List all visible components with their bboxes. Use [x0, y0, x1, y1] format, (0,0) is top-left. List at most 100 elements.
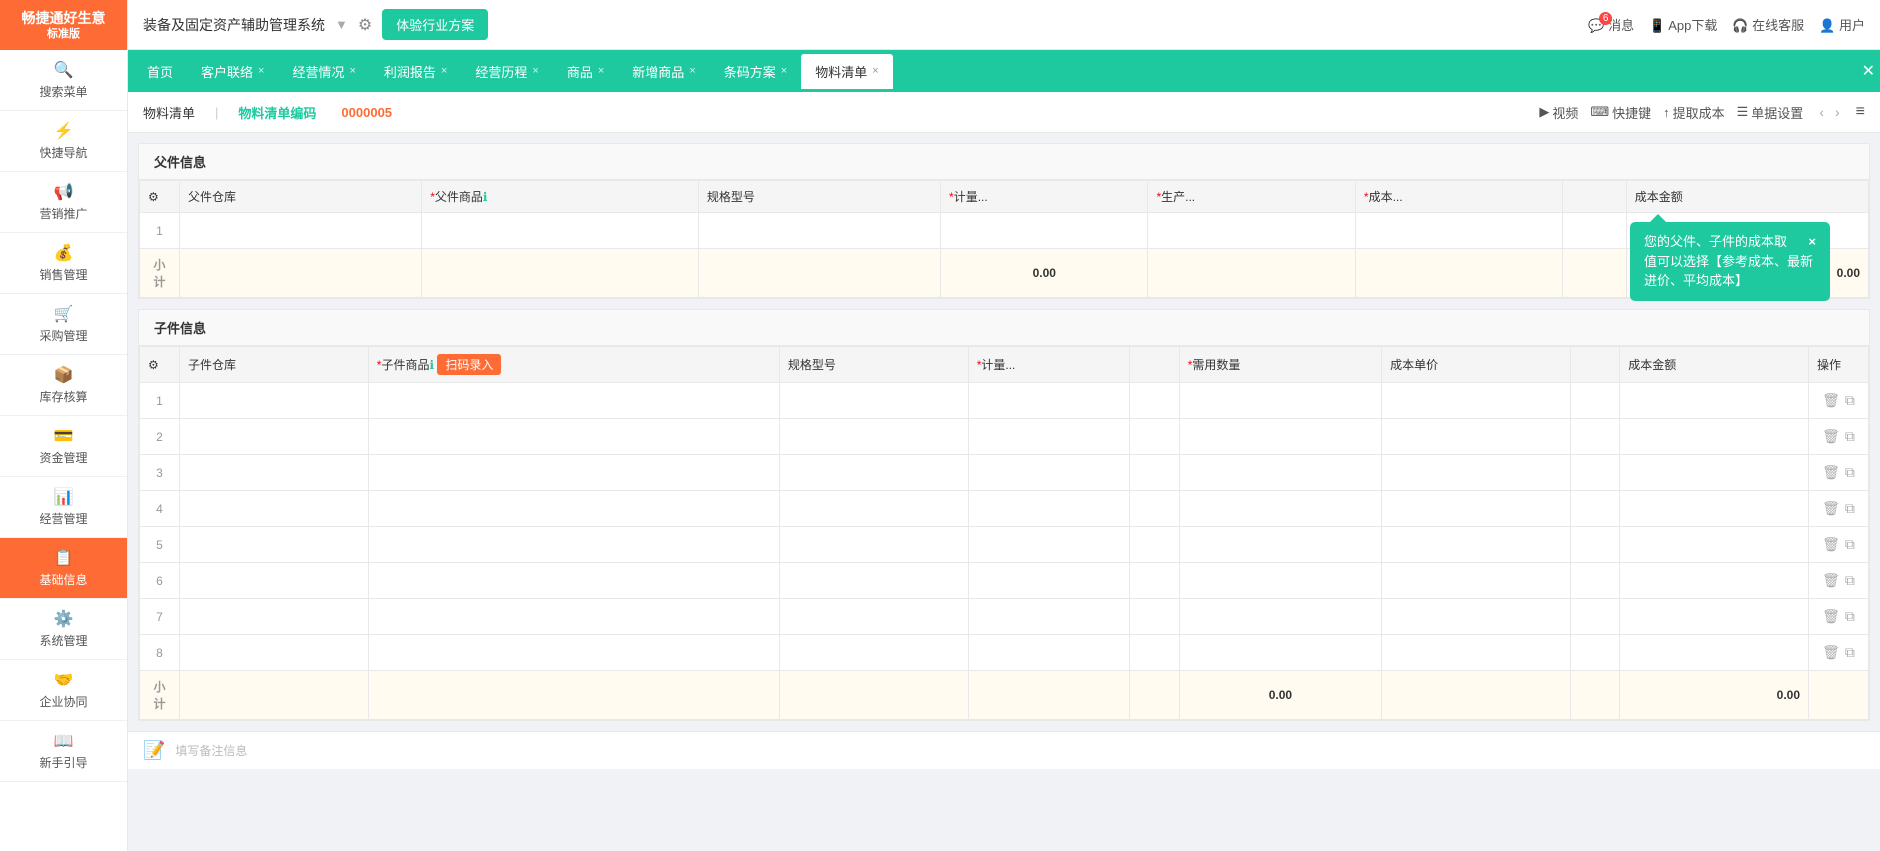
child-spec-cell[interactable]	[779, 455, 968, 491]
view-tool[interactable]: ▶ 视频	[1539, 103, 1578, 122]
try-button[interactable]: 体验行业方案	[382, 9, 488, 40]
child-qty-cell[interactable]	[1179, 419, 1381, 455]
user-item[interactable]: 👤 用户	[1819, 15, 1865, 34]
delete-row-icon[interactable]: 🗑	[1822, 428, 1840, 445]
parent-unit-cell[interactable]	[941, 213, 1148, 249]
child-warehouse-cell[interactable]	[180, 455, 369, 491]
parent-produce-cell[interactable]	[1148, 213, 1355, 249]
child-unit-cell[interactable]	[968, 527, 1130, 563]
child-spec-cell[interactable]	[779, 563, 968, 599]
delete-row-icon[interactable]: 🗑	[1822, 536, 1840, 553]
child-unit-cost-cell[interactable]	[1382, 635, 1571, 671]
child-goods-cell[interactable]	[368, 419, 779, 455]
copy-row-icon[interactable]: ⧉	[1845, 572, 1855, 589]
close-customer-tab-icon[interactable]: ×	[258, 65, 264, 77]
close-all-tabs-icon[interactable]: ✕	[1862, 61, 1875, 81]
child-unit-cost-cell[interactable]	[1382, 599, 1571, 635]
sidebar-item-quick-nav[interactable]: ⚡ 快捷导航	[0, 111, 127, 172]
close-history-tab-icon[interactable]: ×	[532, 65, 538, 77]
child-unit-cost-cell[interactable]	[1382, 455, 1571, 491]
close-bom-tab-icon[interactable]: ×	[872, 65, 878, 77]
extract-cost-tool[interactable]: ↑ 提取成本	[1663, 103, 1725, 122]
child-goods-cell[interactable]	[368, 599, 779, 635]
child-qty-cell[interactable]	[1179, 527, 1381, 563]
child-warehouse-cell[interactable]	[180, 527, 369, 563]
close-profit-tab-icon[interactable]: ×	[441, 65, 447, 77]
copy-row-icon[interactable]: ⧉	[1845, 536, 1855, 553]
child-amount-cell[interactable]	[1620, 383, 1809, 419]
copy-row-icon[interactable]: ⧉	[1845, 428, 1855, 445]
sidebar-item-guide[interactable]: 📖 新手引导	[0, 721, 127, 782]
delete-row-icon[interactable]: 🗑	[1822, 464, 1840, 481]
delete-row-icon[interactable]: 🗑	[1822, 608, 1840, 625]
child-unit-cost-cell[interactable]	[1382, 491, 1571, 527]
tooltip-close-button[interactable]: ×	[1808, 232, 1816, 252]
child-goods-cell[interactable]	[368, 491, 779, 527]
copy-row-icon[interactable]: ⧉	[1845, 464, 1855, 481]
child-amount-cell[interactable]	[1620, 635, 1809, 671]
delete-row-icon[interactable]: 🗑	[1822, 500, 1840, 517]
child-unit-cell[interactable]	[968, 599, 1130, 635]
child-spec-cell[interactable]	[779, 419, 968, 455]
delete-row-icon[interactable]: 🗑	[1822, 644, 1840, 661]
tab-new-goods[interactable]: 新增商品 ×	[618, 54, 709, 89]
sidebar-item-purchase[interactable]: 🛒 采购管理	[0, 294, 127, 355]
sidebar-item-operations[interactable]: 📊 经营管理	[0, 477, 127, 538]
child-warehouse-cell[interactable]	[180, 635, 369, 671]
parent-warehouse-cell[interactable]	[180, 213, 422, 249]
message-item[interactable]: 💬 6 消息	[1588, 15, 1634, 34]
child-amount-cell[interactable]	[1620, 455, 1809, 491]
parent-goods-cell[interactable]	[422, 213, 699, 249]
child-amount-cell[interactable]	[1620, 563, 1809, 599]
child-spec-cell[interactable]	[779, 491, 968, 527]
child-qty-cell[interactable]	[1179, 635, 1381, 671]
copy-row-icon[interactable]: ⧉	[1845, 392, 1855, 409]
child-unit-cell[interactable]	[968, 419, 1130, 455]
child-warehouse-cell[interactable]	[180, 491, 369, 527]
child-unit-cell[interactable]	[968, 491, 1130, 527]
child-goods-cell[interactable]	[368, 563, 779, 599]
sidebar-item-sales[interactable]: 💰 销售管理	[0, 233, 127, 294]
scan-input-button[interactable]: 扫码录入	[437, 354, 501, 375]
close-goods-tab-icon[interactable]: ×	[598, 65, 604, 77]
child-qty-cell[interactable]	[1179, 491, 1381, 527]
child-goods-cell[interactable]	[368, 635, 779, 671]
settings-icon[interactable]: ⚙	[358, 15, 372, 35]
tab-customer[interactable]: 客户联络 ×	[187, 54, 278, 89]
copy-row-icon[interactable]: ⧉	[1845, 608, 1855, 625]
delete-row-icon[interactable]: 🗑	[1822, 572, 1840, 589]
child-goods-cell[interactable]	[368, 383, 779, 419]
note-placeholder[interactable]: 填写备注信息	[175, 742, 247, 759]
child-goods-cell[interactable]	[368, 455, 779, 491]
child-amount-cell[interactable]	[1620, 491, 1809, 527]
sidebar-item-marketing[interactable]: 📢 营销推广	[0, 172, 127, 233]
child-warehouse-cell[interactable]	[180, 563, 369, 599]
child-unit-cost-cell[interactable]	[1382, 563, 1571, 599]
child-unit-cell[interactable]	[968, 563, 1130, 599]
shortcut-tool[interactable]: ⌨ 快捷键	[1590, 103, 1651, 122]
online-service-item[interactable]: 🎧 在线客服	[1732, 15, 1804, 34]
sidebar-item-finance[interactable]: 💳 资金管理	[0, 416, 127, 477]
child-amount-cell[interactable]	[1620, 419, 1809, 455]
tab-home[interactable]: 首页	[133, 54, 187, 89]
child-unit-cell[interactable]	[968, 635, 1130, 671]
single-setting-tool[interactable]: ☰ 单据设置	[1737, 103, 1804, 122]
tab-barcode[interactable]: 条码方案 ×	[710, 54, 801, 89]
child-warehouse-cell[interactable]	[180, 383, 369, 419]
child-unit-cost-cell[interactable]	[1382, 419, 1571, 455]
close-operations-tab-icon[interactable]: ×	[349, 65, 355, 77]
copy-row-icon[interactable]: ⧉	[1845, 500, 1855, 517]
copy-row-icon[interactable]: ⧉	[1845, 644, 1855, 661]
child-spec-cell[interactable]	[779, 383, 968, 419]
tab-goods[interactable]: 商品 ×	[553, 54, 618, 89]
child-unit-cell[interactable]	[968, 455, 1130, 491]
prev-arrow-icon[interactable]: ‹	[1815, 102, 1828, 122]
close-barcode-tab-icon[interactable]: ×	[781, 65, 787, 77]
child-unit-cost-cell[interactable]	[1382, 527, 1571, 563]
dropdown-arrow-icon[interactable]: ▼	[335, 17, 348, 32]
next-arrow-icon[interactable]: ›	[1831, 102, 1844, 122]
child-qty-cell[interactable]	[1179, 563, 1381, 599]
child-spec-cell[interactable]	[779, 635, 968, 671]
tab-bom[interactable]: 物料清单 ×	[801, 54, 892, 89]
child-amount-cell[interactable]	[1620, 527, 1809, 563]
